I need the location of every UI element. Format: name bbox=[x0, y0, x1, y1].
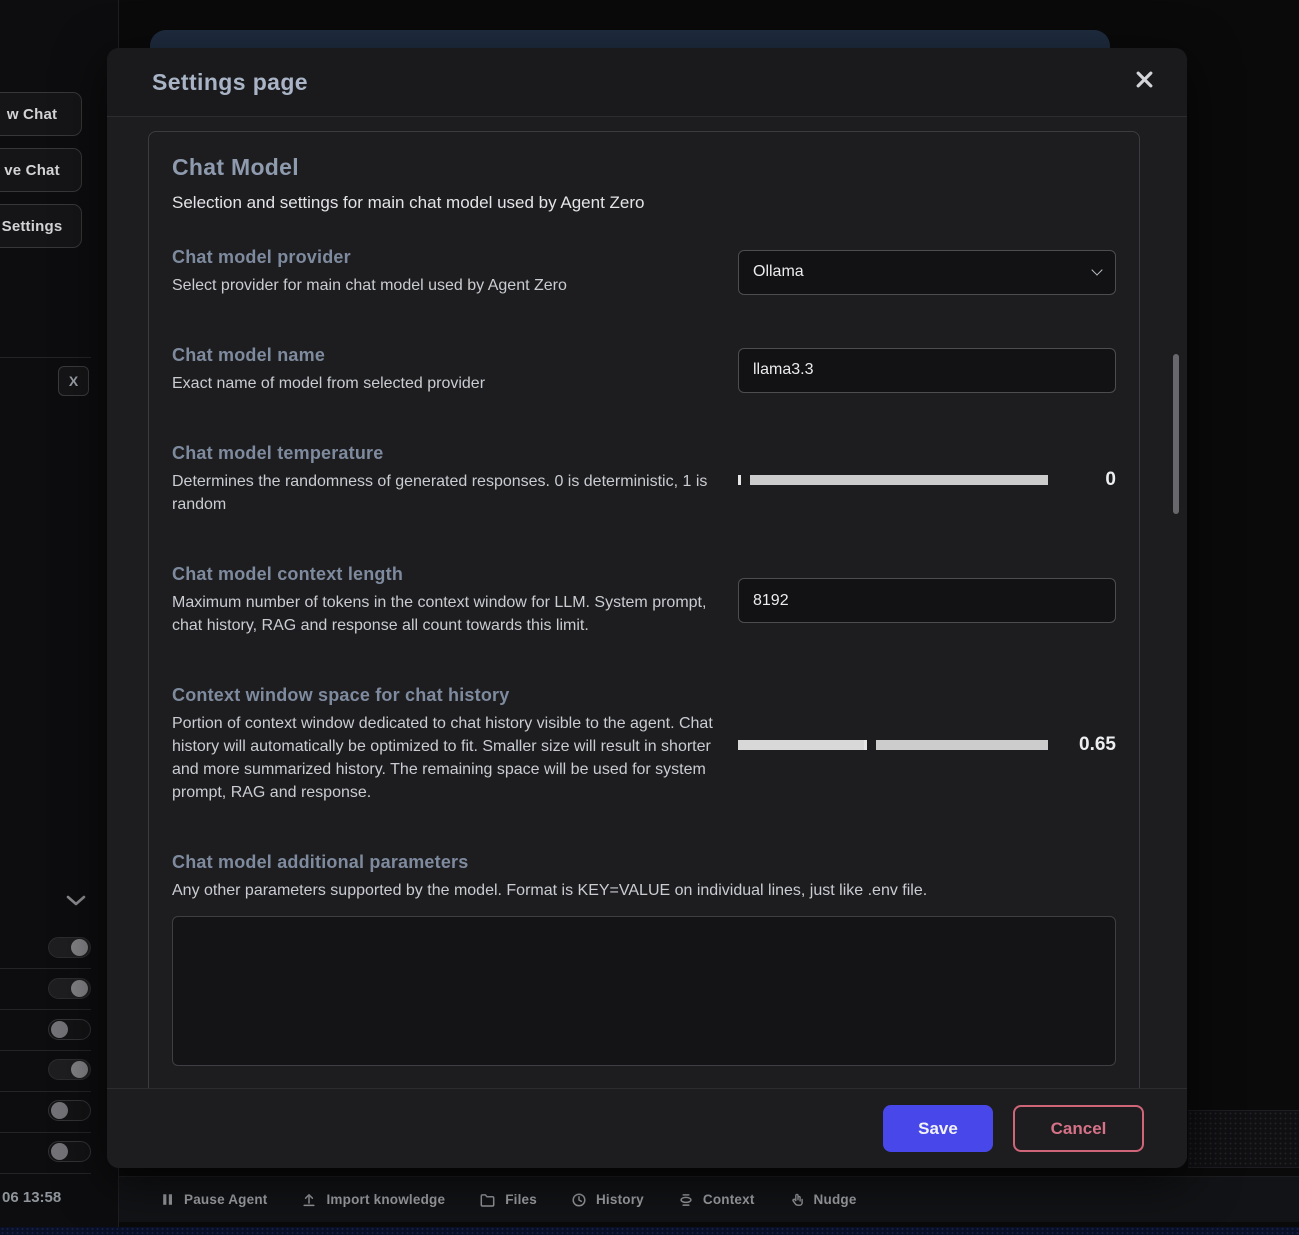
toggle-knob bbox=[71, 980, 88, 997]
slider-gap bbox=[867, 740, 876, 750]
close-icon bbox=[1135, 70, 1154, 94]
field-description: Determines the randomness of generated r… bbox=[172, 473, 708, 514]
toggle-knob bbox=[71, 1061, 88, 1078]
toggle-knob bbox=[71, 939, 88, 956]
sidebar-toggle-6[interactable] bbox=[48, 1141, 91, 1162]
sidebar-toggle-2[interactable] bbox=[48, 978, 91, 999]
modal-close-button[interactable] bbox=[1135, 70, 1154, 94]
field-label: Chat model name bbox=[172, 345, 326, 366]
toggle-knob bbox=[51, 1021, 68, 1038]
toolbar-files[interactable]: Files bbox=[479, 1192, 537, 1208]
field-label: Chat model temperature bbox=[172, 443, 384, 464]
bottom-toolbar: Pause Agent Import knowledge Files Histo… bbox=[119, 1176, 1299, 1222]
save-button[interactable]: Save bbox=[883, 1105, 993, 1152]
sidebar-close-chat-button[interactable]: X bbox=[58, 366, 89, 396]
field-label: Chat model provider bbox=[172, 247, 351, 267]
field-chat-model-context-length: Chat model context length Maximum number… bbox=[172, 564, 1116, 637]
upload-icon bbox=[301, 1192, 317, 1208]
sidebar-toggle-3[interactable] bbox=[48, 1019, 91, 1040]
field-description: Any other parameters supported by the mo… bbox=[172, 882, 928, 900]
field-description: Select provider for main chat model used… bbox=[172, 277, 567, 294]
sidebar-divider bbox=[0, 1091, 91, 1092]
chat-model-provider-select[interactable]: Ollama bbox=[738, 249, 1116, 295]
additional-parameters-textarea[interactable] bbox=[172, 916, 1116, 1067]
chat-model-section: Chat Model Selection and settings for ma… bbox=[148, 131, 1140, 1088]
section-title: Chat Model bbox=[172, 154, 299, 180]
chat-input-texture bbox=[1188, 1110, 1299, 1168]
pointing-hand-icon bbox=[789, 1192, 805, 1208]
chevron-down-icon[interactable] bbox=[62, 892, 90, 910]
sidebar-divider bbox=[0, 357, 91, 358]
toolbar-nudge[interactable]: Nudge bbox=[789, 1192, 857, 1208]
x-icon: X bbox=[68, 373, 79, 389]
modal-footer: Save Cancel bbox=[107, 1088, 1187, 1168]
chevron-down-icon bbox=[1091, 264, 1103, 276]
sidebar-divider bbox=[0, 1132, 91, 1133]
modal-scroll-area[interactable]: Chat Model Selection and settings for ma… bbox=[107, 117, 1187, 1088]
slider-track bbox=[738, 474, 1048, 485]
modal-header: Settings page bbox=[107, 48, 1187, 117]
history-space-slider[interactable]: 0.65 bbox=[738, 734, 1116, 756]
sidebar-toggle-1[interactable] bbox=[48, 937, 91, 958]
context-length-input[interactable] bbox=[738, 578, 1116, 624]
sidebar-toggle-5[interactable] bbox=[48, 1100, 91, 1121]
field-chat-model-name: Chat model name Exact name of model from… bbox=[172, 345, 1116, 395]
temperature-value: 0 bbox=[1105, 468, 1116, 490]
sidebar-button-settings[interactable]: Settings bbox=[0, 204, 82, 248]
field-chat-model-provider: Chat model provider Select provider for … bbox=[172, 247, 1116, 297]
sidebar-toggle-4[interactable] bbox=[48, 1059, 91, 1080]
sidebar-button-label: w Chat bbox=[6, 105, 58, 123]
field-description: Maximum number of tokens in the context … bbox=[172, 594, 707, 635]
section-subtitle: Selection and settings for main chat mod… bbox=[172, 193, 645, 212]
modal-scrollbar-thumb[interactable] bbox=[1173, 354, 1179, 514]
sidebar-divider bbox=[0, 968, 91, 969]
field-description: Exact name of model from selected provid… bbox=[172, 375, 486, 393]
toolbar-context[interactable]: Context bbox=[678, 1192, 755, 1208]
slider-gap bbox=[741, 475, 750, 485]
toolbar-pause-agent[interactable]: Pause Agent bbox=[160, 1192, 267, 1207]
toolbar-label: Context bbox=[702, 1192, 755, 1207]
toolbar-import-knowledge[interactable]: Import knowledge bbox=[301, 1192, 445, 1208]
toolbar-label: Files bbox=[505, 1192, 537, 1207]
temperature-slider[interactable]: 0 bbox=[738, 469, 1116, 491]
context-stack-icon bbox=[678, 1192, 694, 1208]
selected-provider-value: Ollama bbox=[753, 263, 804, 281]
slider-fill bbox=[738, 739, 864, 750]
chat-model-name-input[interactable] bbox=[738, 347, 1116, 393]
sidebar-button-label: Settings bbox=[1, 217, 63, 235]
field-label: Chat model context length bbox=[172, 564, 404, 585]
slider-remainder bbox=[875, 739, 1048, 750]
sidebar-button-save-chat[interactable]: ve Chat bbox=[0, 148, 82, 192]
field-context-window-space: Context window space for chat history Po… bbox=[172, 685, 1116, 804]
clock-icon bbox=[571, 1192, 587, 1208]
toolbar-label: History bbox=[595, 1192, 644, 1207]
chat-input-edge-strip bbox=[0, 1227, 1299, 1235]
slider-remainder bbox=[750, 474, 1048, 485]
sidebar-button-new-chat[interactable]: w Chat bbox=[0, 92, 82, 136]
sidebar-divider bbox=[0, 1050, 91, 1051]
sidebar-button-label: ve Chat bbox=[4, 161, 60, 179]
pause-icon bbox=[160, 1192, 175, 1207]
history-space-value: 0.65 bbox=[1079, 733, 1116, 755]
folder-icon bbox=[479, 1192, 496, 1208]
toolbar-history[interactable]: History bbox=[571, 1192, 644, 1208]
field-label: Context window space for chat history bbox=[172, 685, 510, 706]
toolbar-label: Nudge bbox=[813, 1192, 857, 1207]
field-label: Chat model additional parameters bbox=[172, 852, 469, 873]
cancel-button[interactable]: Cancel bbox=[1013, 1105, 1144, 1152]
toggle-knob bbox=[51, 1143, 68, 1160]
sidebar-divider bbox=[0, 1009, 91, 1010]
field-additional-parameters: Chat model additional parameters Any oth… bbox=[172, 852, 1116, 1067]
toolbar-label: Pause Agent bbox=[184, 1192, 268, 1207]
sidebar-divider bbox=[0, 1173, 91, 1174]
slider-track bbox=[738, 739, 1048, 750]
settings-modal: Settings page Chat Model Selection and s… bbox=[107, 48, 1187, 1168]
toolbar-label: Import knowledge bbox=[326, 1192, 446, 1207]
modal-title: Settings page bbox=[152, 68, 309, 95]
sidebar: w Chat ve Chat Settings X 06 13:58 bbox=[0, 0, 119, 1235]
status-clock: 06 13:58 bbox=[2, 1189, 62, 1206]
field-description: Portion of context window dedicated to c… bbox=[172, 715, 713, 802]
toggle-knob bbox=[51, 1102, 68, 1119]
field-chat-model-temperature: Chat model temperature Determines the ra… bbox=[172, 443, 1116, 516]
